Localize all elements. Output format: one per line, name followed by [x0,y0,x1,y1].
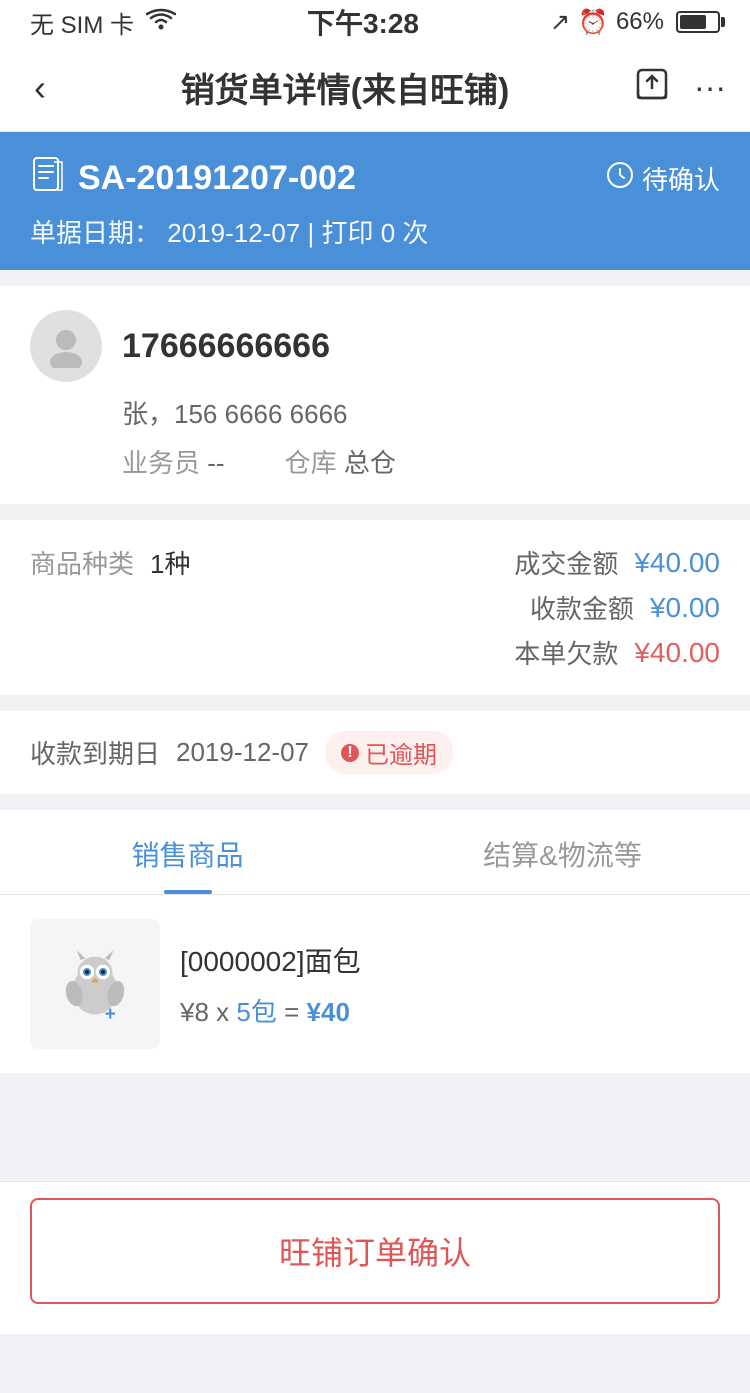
svg-text:+: + [105,1004,116,1024]
page-title: 销货单详情(来自旺铺) [181,63,510,112]
status-text: 待确认 [642,160,720,197]
order-meta: 单据日期： 2019-12-07 | 打印 0 次 [30,213,720,250]
deal-amount-value: ¥40.00 [634,547,720,579]
overdue-exclamation: ! [341,744,359,762]
tabs-header: 销售商品 结算&物流等 [0,810,750,895]
product-code: [0000002] [180,946,305,977]
print-count: 0 [381,218,395,248]
product-info: [0000002]面包 ¥8 x 5包 = ¥40 [180,940,720,1029]
product-type-value: 1种 [150,544,190,581]
due-date-value: 2019-12-07 [176,737,309,768]
salesman-label: 业务员 [122,448,200,478]
alarm-icon: ⏰ [578,8,608,37]
due-date-section: 收款到期日 2019-12-07 ! 已逾期 [0,711,750,794]
amounts-group: 成交金额 ¥40.00 收款金额 ¥0.00 本单欠款 ¥40.00 [514,544,720,671]
customer-row: 17666666666 [30,310,720,382]
avatar [30,310,102,382]
product-total: ¥40 [307,997,350,1027]
salesman-value: -- [207,448,224,478]
product-name: [0000002]面包 [180,940,720,980]
overdue-badge: ! 已逾期 [325,731,453,774]
back-button[interactable]: ‹ [24,57,56,119]
owed-amount-value: ¥40.00 [634,637,720,669]
tabs-section: 销售商品 结算&物流等 [0,810,750,1073]
order-status: 待确认 [606,160,720,197]
print-unit: 次 [402,218,428,248]
order-date: 2019-12-07 [167,218,300,248]
customer-name-phone: 张，156 6666 6666 [122,394,720,431]
location-icon: ↗ [550,8,570,37]
status-bar-right: ↗ ⏰ 66% [550,8,720,37]
deal-amount-label: 成交金额 [514,544,618,581]
order-id-row: SA-20191207-002 [30,156,356,201]
warehouse-value: 总仓 [344,448,396,478]
carrier-label: 无 SIM 卡 [30,5,134,40]
nav-bar: ‹ 销货单详情(来自旺铺) ··· [0,44,750,132]
tab-settlement[interactable]: 结算&物流等 [375,810,750,894]
received-amount-row: 收款金额 ¥0.00 [530,589,720,626]
product-type-label: 商品种类 [30,544,134,581]
warehouse-section: 仓库 总仓 [285,443,396,480]
multiply-sign: x [216,997,236,1027]
salesman-section: 业务员 -- [122,443,225,480]
received-amount-label: 收款金额 [530,589,634,626]
status-clock-icon [606,161,634,196]
owed-amount-row: 本单欠款 ¥40.00 [514,634,720,671]
wifi-icon [146,8,176,37]
nav-actions: ··· [634,66,726,110]
owed-amount-label: 本单欠款 [514,634,618,671]
status-bar-left: 无 SIM 卡 [30,5,176,40]
status-bar: 无 SIM 卡 下午3:28 ↗ ⏰ 66% [0,0,750,44]
product-item: + [0000002]面包 ¥8 x 5包 = ¥40 [0,895,750,1073]
product-unit-price: ¥8 [180,997,209,1027]
product-price: ¥8 x 5包 = ¥40 [180,992,720,1029]
deal-amount-row: 成交金额 ¥40.00 [514,544,720,581]
confirm-order-button[interactable]: 旺铺订单确认 [30,1198,720,1304]
received-amount-value: ¥0.00 [650,592,720,624]
customer-phone: 17666666666 [122,327,330,366]
status-bar-time: 下午3:28 [307,2,419,42]
more-icon[interactable]: ··· [694,69,726,106]
date-label: 单据日期： [30,218,160,248]
customer-extra: 业务员 -- 仓库 总仓 [122,443,720,480]
product-qty: 5 [236,997,250,1027]
equals-sign: = [284,997,306,1027]
bottom-bar: 旺铺订单确认 [0,1181,750,1334]
warehouse-label: 仓库 [285,448,337,478]
product-qty-unit: 包 [251,997,277,1027]
share-icon[interactable] [634,66,670,110]
summary-section: 商品种类 1种 成交金额 ¥40.00 收款金额 ¥0.00 本单欠款 ¥40.… [0,520,750,695]
overdue-text: 已逾期 [365,735,437,770]
order-id-text: SA-20191207-002 [78,159,356,198]
customer-section: 17666666666 张，156 6666 6666 业务员 -- 仓库 总仓 [0,286,750,504]
battery-icon [676,11,720,33]
print-label: 打印 [321,218,373,248]
due-date-label: 收款到期日 [30,734,160,771]
order-icon [30,156,66,201]
product-title: 面包 [305,946,361,977]
product-image: + [30,919,160,1049]
battery-percent: 66% [616,8,664,36]
product-type-group: 商品种类 1种 [30,544,190,581]
order-header: SA-20191207-002 待确认 单据日期： 2019-12-07 | 打… [0,132,750,270]
summary-row: 商品种类 1种 成交金额 ¥40.00 收款金额 ¥0.00 本单欠款 ¥40.… [30,544,720,671]
tab-sales[interactable]: 销售商品 [0,810,375,894]
